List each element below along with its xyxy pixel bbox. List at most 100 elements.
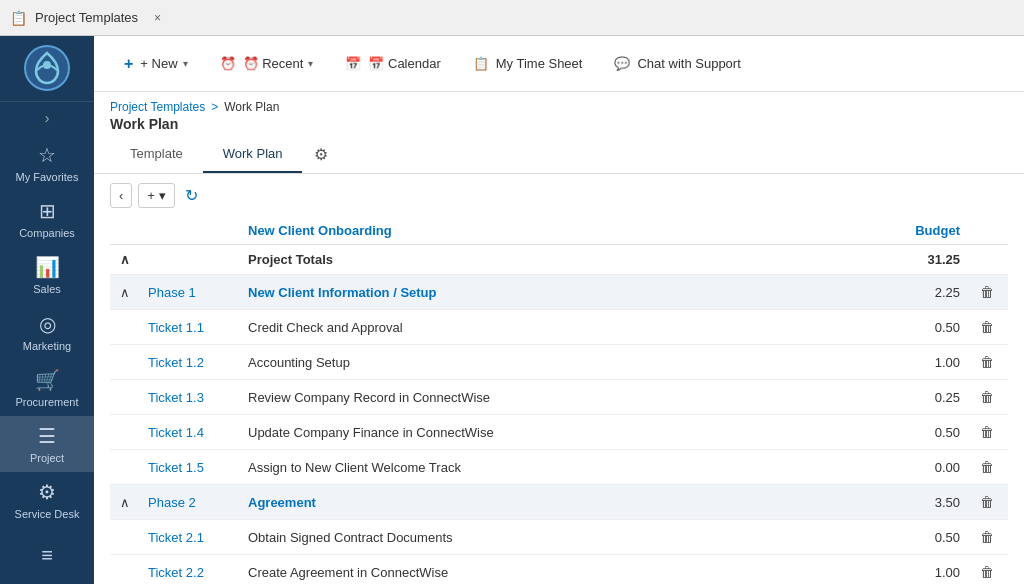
sidebar-item-marketing[interactable]: ◎ Marketing	[0, 304, 94, 360]
new-chevron-icon: ▾	[183, 58, 188, 69]
phase-label-2[interactable]: Phase 2	[140, 485, 240, 520]
add-button[interactable]: + ▾	[138, 183, 174, 208]
sidebar-item-procurement[interactable]: 🛒 Procurement	[0, 360, 94, 416]
ticket-expand-ticket2_2	[110, 555, 140, 585]
phase-budget-1: 2.25	[888, 275, 968, 310]
ticket-row-ticket1_3: Ticket 1.3 Review Company Record in Conn…	[110, 380, 1008, 415]
main-content: + + New ▾ ⏰ ⏰ Recent ▾ 📅 📅 Calendar 📋 My…	[94, 36, 1024, 584]
ticket-number-ticket1_1[interactable]: Ticket 1.1	[140, 310, 240, 345]
sidebar-item-servicedesk[interactable]: ⚙ Service Desk	[0, 472, 94, 528]
ticket-delete-ticket1_5[interactable]: 🗑	[968, 450, 1008, 485]
phase-label-1[interactable]: Phase 1	[140, 275, 240, 310]
svg-point-1	[43, 61, 51, 69]
ticket-row-ticket2_2: Ticket 2.2 Create Agreement in ConnectWi…	[110, 555, 1008, 585]
ticket-description-ticket1_1: Credit Check and Approval	[240, 310, 888, 345]
ticket-number-ticket1_4[interactable]: Ticket 1.4	[140, 415, 240, 450]
toolbar: ‹ + ▾ ↻	[94, 174, 1024, 217]
ticket-delete-ticket1_3[interactable]: 🗑	[968, 380, 1008, 415]
phase-delete-2[interactable]: 🗑	[968, 485, 1008, 520]
ticket-delete-ticket1_2[interactable]: 🗑	[968, 345, 1008, 380]
calendar-button[interactable]: 📅 📅 Calendar	[331, 48, 454, 79]
sales-icon: 📊	[35, 255, 60, 279]
servicedesk-icon: ⚙	[38, 480, 56, 504]
phase-row-2: ∧ Phase 2 Agreement 3.50 🗑	[110, 485, 1008, 520]
breadcrumb: Project Templates > Work Plan	[110, 100, 1008, 114]
breadcrumb-area: Project Templates > Work Plan Work Plan	[94, 92, 1024, 136]
ticket-number-ticket1_3[interactable]: Ticket 1.3	[140, 380, 240, 415]
ticket-expand-ticket2_1	[110, 520, 140, 555]
ticket-budget-ticket2_1: 0.50	[888, 520, 968, 555]
ticket-row-ticket1_1: Ticket 1.1 Credit Check and Approval 0.5…	[110, 310, 1008, 345]
ticket-row-ticket1_4: Ticket 1.4 Update Company Finance in Con…	[110, 415, 1008, 450]
ticket-expand-ticket1_3	[110, 380, 140, 415]
sidebar-item-misc[interactable]: ≡	[0, 528, 94, 584]
ticket-description-ticket2_2: Create Agreement in ConnectWise	[240, 555, 888, 585]
ticket-budget-ticket1_3: 0.25	[888, 380, 968, 415]
page-title: Work Plan	[110, 116, 1008, 132]
ticket-delete-ticket2_2[interactable]: 🗑	[968, 555, 1008, 585]
close-tab-button[interactable]: ×	[154, 11, 161, 25]
tab-workplan[interactable]: Work Plan	[203, 136, 303, 173]
phase-expand-1[interactable]: ∧	[110, 275, 140, 310]
tab-icon: 📋	[10, 10, 27, 26]
tabs-bar: Template Work Plan ⚙	[94, 136, 1024, 174]
ticket-row-ticket1_5: Ticket 1.5 Assign to New Client Welcome …	[110, 450, 1008, 485]
col-action	[968, 217, 1008, 245]
marketing-icon: ◎	[39, 312, 56, 336]
sidebar-label-favorites: My Favorites	[16, 171, 79, 183]
ticket-delete-ticket2_1[interactable]: 🗑	[968, 520, 1008, 555]
sidebar-label-sales: Sales	[33, 283, 61, 295]
ticket-description-ticket1_5: Assign to New Client Welcome Track	[240, 450, 888, 485]
sidebar-item-companies[interactable]: ⊞ Companies	[0, 191, 94, 247]
recent-icon: ⏰	[220, 56, 236, 71]
sidebar-label-project: Project	[30, 452, 64, 464]
summary-expand[interactable]: ∧	[110, 245, 140, 275]
sidebar-item-project[interactable]: ☰ Project	[0, 416, 94, 472]
col-budget: Budget	[888, 217, 968, 245]
ticket-delete-ticket1_1[interactable]: 🗑	[968, 310, 1008, 345]
ticket-budget-ticket1_5: 0.00	[888, 450, 968, 485]
chat-button[interactable]: 💬 Chat with Support	[600, 48, 754, 79]
breadcrumb-separator: >	[211, 100, 218, 114]
ticket-number-ticket1_5[interactable]: Ticket 1.5	[140, 450, 240, 485]
summary-row: ∧ Project Totals 31.25	[110, 245, 1008, 275]
ticket-description-ticket1_2: Accounting Setup	[240, 345, 888, 380]
phase-delete-1[interactable]: 🗑	[968, 275, 1008, 310]
breadcrumb-parent[interactable]: Project Templates	[110, 100, 205, 114]
sidebar-label-servicedesk: Service Desk	[15, 508, 80, 520]
phase-description-2[interactable]: Agreement	[240, 485, 888, 520]
companies-icon: ⊞	[39, 199, 56, 223]
new-button[interactable]: + + New ▾	[110, 47, 202, 81]
settings-button[interactable]: ⚙	[302, 137, 340, 172]
recent-button[interactable]: ⏰ ⏰ Recent ▾	[206, 48, 328, 79]
timesheet-button[interactable]: 📋 My Time Sheet	[459, 48, 597, 79]
sidebar-label-marketing: Marketing	[23, 340, 71, 352]
ticket-number-ticket2_1[interactable]: Ticket 2.1	[140, 520, 240, 555]
plus-icon: +	[124, 55, 133, 73]
ticket-row-ticket2_1: Ticket 2.1 Obtain Signed Contract Docume…	[110, 520, 1008, 555]
col-number	[140, 217, 240, 245]
back-button[interactable]: ‹	[110, 183, 132, 208]
ticket-description-ticket2_1: Obtain Signed Contract Documents	[240, 520, 888, 555]
calendar-icon: 📅	[345, 56, 361, 71]
summary-number	[140, 245, 240, 275]
ticket-number-ticket2_2[interactable]: Ticket 2.2	[140, 555, 240, 585]
phase-expand-2[interactable]: ∧	[110, 485, 140, 520]
sidebar-item-favorites[interactable]: ☆ My Favorites	[0, 135, 94, 191]
sidebar-item-sales[interactable]: 📊 Sales	[0, 247, 94, 303]
favorites-icon: ☆	[38, 143, 56, 167]
ticket-delete-ticket1_4[interactable]: 🗑	[968, 415, 1008, 450]
refresh-button[interactable]: ↻	[181, 182, 202, 209]
sidebar-label-procurement: Procurement	[16, 396, 79, 408]
phase-description-1[interactable]: New Client Information / Setup	[240, 275, 888, 310]
work-plan-table: New Client Onboarding Budget ∧ Project T…	[110, 217, 1008, 584]
summary-action	[968, 245, 1008, 275]
ticket-number-ticket1_2[interactable]: Ticket 1.2	[140, 345, 240, 380]
timesheet-label: My Time Sheet	[496, 56, 583, 71]
sidebar: › ☆ My Favorites ⊞ Companies 📊 Sales ◎ M…	[0, 36, 94, 584]
tab-template[interactable]: Template	[110, 136, 203, 173]
ticket-expand-ticket1_2	[110, 345, 140, 380]
ticket-budget-ticket1_2: 1.00	[888, 345, 968, 380]
ticket-budget-ticket1_4: 0.50	[888, 415, 968, 450]
sidebar-expand-button[interactable]: ›	[0, 102, 94, 136]
